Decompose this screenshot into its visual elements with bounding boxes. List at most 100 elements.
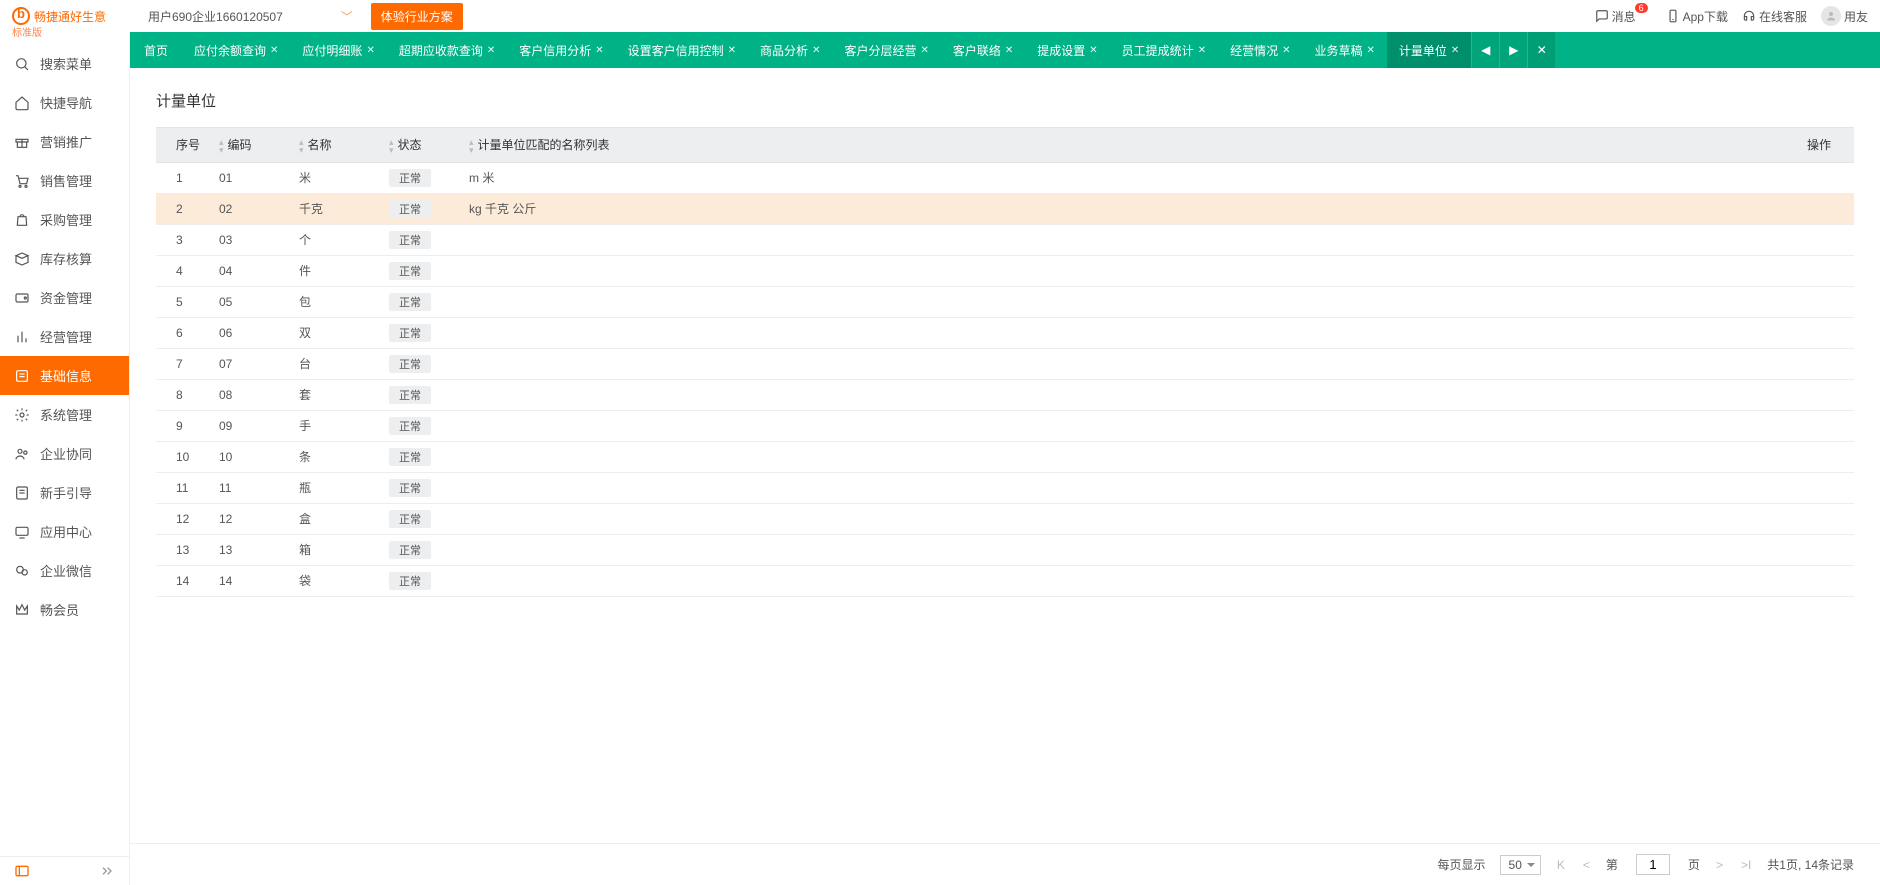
tab-0[interactable]: 应付余额查询✕ (182, 32, 290, 68)
sidebar-item-gear[interactable]: 系统管理 (0, 395, 129, 434)
sidebar-item-bag[interactable]: 采购管理 (0, 200, 129, 239)
table-row[interactable]: 1010条正常 (156, 441, 1854, 472)
tab-scroll-right[interactable]: ▶ (1499, 32, 1527, 68)
page-input[interactable] (1636, 854, 1670, 875)
tab-close-all[interactable]: ✕ (1527, 32, 1555, 68)
tab-10[interactable]: 经营情况✕ (1218, 32, 1302, 68)
col-seq[interactable]: 序号 (156, 128, 211, 162)
table-row[interactable]: 404件正常 (156, 255, 1854, 286)
close-icon[interactable]: ✕ (1367, 45, 1375, 56)
close-icon[interactable]: ✕ (728, 45, 736, 56)
sidebar-item-info[interactable]: 基础信息 (0, 356, 129, 395)
tab-scroll-left[interactable]: ◀ (1471, 32, 1499, 68)
cell-status: 正常 (381, 348, 461, 379)
sidebar-item-wallet[interactable]: 资金管理 (0, 278, 129, 317)
table-row[interactable]: 606双正常 (156, 317, 1854, 348)
online-service-button[interactable]: 在线客服 (1742, 8, 1807, 25)
pager-last[interactable]: >I (1739, 858, 1753, 872)
close-icon[interactable]: ✕ (1089, 45, 1097, 56)
tab-9[interactable]: 员工提成统计✕ (1110, 32, 1218, 68)
close-icon[interactable]: ✕ (920, 45, 928, 56)
close-icon[interactable]: ✕ (1005, 45, 1013, 56)
sort-icon: ▴▾ (469, 138, 474, 154)
close-icon[interactable]: ✕ (487, 45, 495, 56)
cell-ops (1784, 565, 1854, 596)
sidebar-item-vip[interactable]: 畅会员 (0, 590, 129, 629)
enterprise-selector[interactable]: 用户690企业1660120507 ﹀ (148, 8, 353, 25)
content: 计量单位 序号 ▴▾编码 ▴▾名称 ▴▾状态 ▴▾计量单位匹配的名称列表 操作 (130, 68, 1880, 843)
cell-ops (1784, 286, 1854, 317)
table-row[interactable]: 202千克正常kg 千克 公斤 (156, 193, 1854, 224)
table-row[interactable]: 1111瓶正常 (156, 472, 1854, 503)
tab-7[interactable]: 客户联络✕ (941, 32, 1025, 68)
tab-1[interactable]: 应付明细账✕ (290, 32, 386, 68)
sidebar-item-label: 营销推广 (40, 132, 92, 151)
close-icon[interactable]: ✕ (1198, 45, 1206, 56)
status-badge: 正常 (389, 386, 431, 404)
messages-button[interactable]: 消息 6 (1595, 8, 1652, 25)
close-icon[interactable]: ✕ (812, 45, 820, 56)
sidebar-collapse-icon[interactable] (14, 863, 30, 879)
col-code[interactable]: ▴▾编码 (211, 128, 291, 162)
close-icon[interactable]: ✕ (270, 45, 278, 56)
info-icon (14, 368, 30, 384)
try-plan-button[interactable]: 体验行业方案 (371, 3, 463, 30)
sidebar-item-gift[interactable]: 营销推广 (0, 122, 129, 161)
sidebar-item-home[interactable]: 快捷导航 (0, 83, 129, 122)
tab-5[interactable]: 商品分析✕ (748, 32, 832, 68)
cell-ops (1784, 224, 1854, 255)
app-download-button[interactable]: App下载 (1666, 8, 1728, 25)
sidebar-item-chart[interactable]: 经营管理 (0, 317, 129, 356)
sidebar-item-cart[interactable]: 销售管理 (0, 161, 129, 200)
cell-seq: 13 (156, 534, 211, 565)
cell-status: 正常 (381, 317, 461, 348)
sidebar-item-wechat[interactable]: 企业微信 (0, 551, 129, 590)
tab-home[interactable]: 首页 (130, 32, 182, 68)
table-row[interactable]: 909手正常 (156, 410, 1854, 441)
sidebar-item-guide[interactable]: 新手引导 (0, 473, 129, 512)
sidebar-item-box[interactable]: 库存核算 (0, 239, 129, 278)
close-icon[interactable]: ✕ (1282, 45, 1290, 56)
pager-first[interactable]: K (1555, 858, 1567, 872)
close-icon[interactable]: ✕ (1451, 45, 1459, 56)
online-service-label: 在线客服 (1759, 8, 1807, 25)
user-menu[interactable]: 用友 (1821, 6, 1868, 26)
messages-badge: 6 (1635, 3, 1648, 13)
close-icon[interactable]: ✕ (366, 45, 374, 56)
cell-alias (461, 379, 1784, 410)
pager-prev[interactable]: < (1581, 858, 1592, 872)
sidebar-item-search[interactable]: 搜索菜单 (0, 44, 129, 83)
message-icon (1595, 9, 1609, 23)
table-row[interactable]: 303个正常 (156, 224, 1854, 255)
cell-status: 正常 (381, 472, 461, 503)
col-alias[interactable]: ▴▾计量单位匹配的名称列表 (461, 128, 1784, 162)
table-row[interactable]: 808套正常 (156, 379, 1854, 410)
cell-status: 正常 (381, 534, 461, 565)
tab-2[interactable]: 超期应收款查询✕ (387, 32, 507, 68)
tab-4[interactable]: 设置客户信用控制✕ (616, 32, 748, 68)
sidebar-more-icon[interactable] (99, 863, 115, 879)
tab-6[interactable]: 客户分层经营✕ (832, 32, 940, 68)
table-row[interactable]: 707台正常 (156, 348, 1854, 379)
table-row[interactable]: 505包正常 (156, 286, 1854, 317)
table-row[interactable]: 101米正常m 米 (156, 162, 1854, 193)
tab-3[interactable]: 客户信用分析✕ (507, 32, 615, 68)
cell-name: 盒 (291, 503, 381, 534)
table-row[interactable]: 1313箱正常 (156, 534, 1854, 565)
tab-8[interactable]: 提成设置✕ (1025, 32, 1109, 68)
tab-12[interactable]: 计量单位✕ (1387, 32, 1471, 68)
status-badge: 正常 (389, 200, 431, 218)
col-status[interactable]: ▴▾状态 (381, 128, 461, 162)
pager-next[interactable]: > (1714, 858, 1725, 872)
close-icon[interactable]: ✕ (595, 45, 603, 56)
cell-code: 07 (211, 348, 291, 379)
sidebar-item-tv[interactable]: 应用中心 (0, 512, 129, 551)
tab-11[interactable]: 业务草稿✕ (1302, 32, 1386, 68)
cell-seq: 4 (156, 255, 211, 286)
table-row[interactable]: 1212盒正常 (156, 503, 1854, 534)
table-row[interactable]: 1414袋正常 (156, 565, 1854, 596)
logo[interactable]: 畅捷通好生意 (12, 7, 140, 25)
sidebar-item-team[interactable]: 企业协同 (0, 434, 129, 473)
per-page-select[interactable]: 50 (1500, 855, 1541, 875)
col-name[interactable]: ▴▾名称 (291, 128, 381, 162)
